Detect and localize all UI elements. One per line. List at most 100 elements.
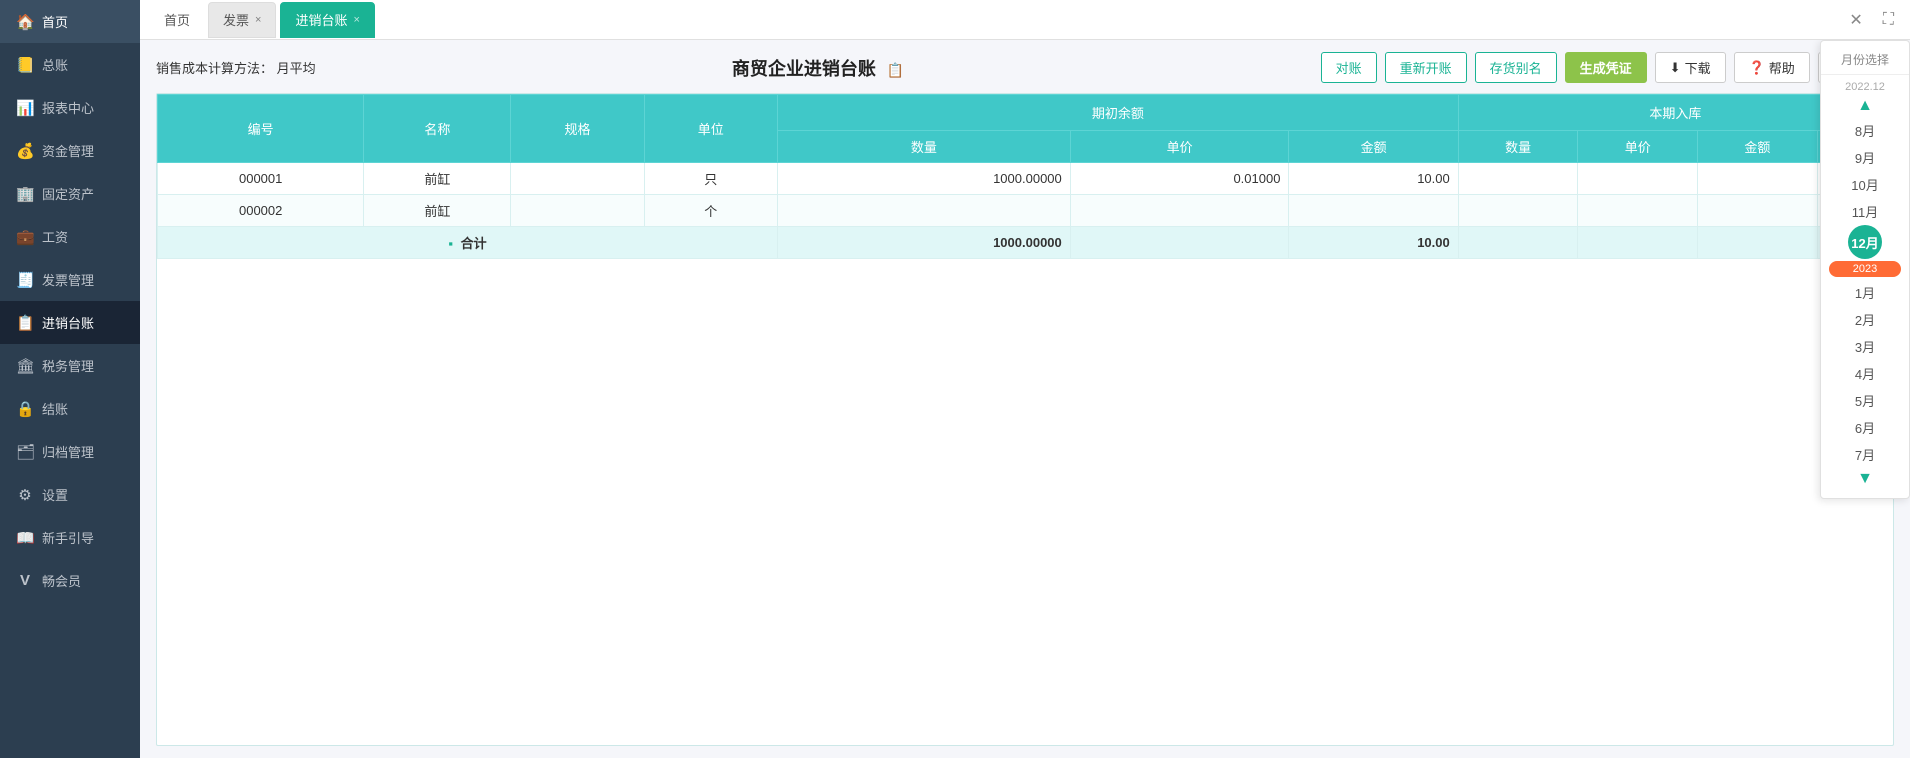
col-ps-qty: 数量 xyxy=(777,131,1070,163)
month-item-9[interactable]: 9月 xyxy=(1821,144,1909,171)
funds-icon: 💰 xyxy=(16,142,34,160)
table-wrapper[interactable]: 编号 名称 规格 单位 期初余额 本期入库 数量 单价 金额 数量 单价 金额 xyxy=(156,93,1894,746)
cell-name: 前缸 xyxy=(364,163,511,195)
sidebar-item-label: 进销台账 xyxy=(42,313,94,332)
tab-invoice-close[interactable]: × xyxy=(255,14,261,26)
home-icon: 🏠 xyxy=(16,13,34,31)
cell-ps-qty xyxy=(777,195,1070,227)
lock-icon: 🔒 xyxy=(16,400,34,418)
sidebar-item-settings[interactable]: ⚙ 设置 xyxy=(0,473,140,516)
sidebar-item-label: 工资 xyxy=(42,227,68,246)
sidebar-item-label: 固定资产 xyxy=(42,184,94,203)
report-icon: 📊 xyxy=(16,99,34,117)
tab-bar: 首页 发票 × 进销台账 × ✕ ⛶ xyxy=(140,0,1910,40)
download-button[interactable]: ⬇ 下载 xyxy=(1655,52,1726,83)
sidebar-item-payroll[interactable]: 💼 工资 xyxy=(0,215,140,258)
tax-icon: 🏛 xyxy=(16,357,34,375)
tab-inventory[interactable]: 进销台账 × xyxy=(280,2,374,38)
help-button[interactable]: ❓ 帮助 xyxy=(1734,52,1810,83)
month-picker: 月份选择 2022.12 ▲ 8月 9月 10月 11月 12月 2023 1月… xyxy=(1820,40,1910,499)
col-unit: 单位 xyxy=(644,95,777,163)
sidebar-item-label: 畅会员 xyxy=(42,571,81,590)
cost-method-value: 月平均 xyxy=(277,61,316,76)
tab-inventory-close[interactable]: × xyxy=(353,14,359,26)
sidebar-item-reports[interactable]: 📊 报表中心 xyxy=(0,86,140,129)
sidebar-item-closing[interactable]: 🔒 结账 xyxy=(0,387,140,430)
month-item-7[interactable]: 7月 xyxy=(1821,441,1909,468)
col-ps-price: 单价 xyxy=(1070,131,1289,163)
sidebar-item-archive[interactable]: 🗂 归档管理 xyxy=(0,430,140,473)
sidebar-item-funds[interactable]: 💰 资金管理 xyxy=(0,129,140,172)
total-ps-price xyxy=(1070,227,1289,259)
cell-ps-amount: 10.00 xyxy=(1289,163,1458,195)
total-ps-qty: 1000.00000 xyxy=(777,227,1070,259)
sidebar: 🏠 首页 📒 总账 📊 报表中心 💰 资金管理 🏢 固定资产 💼 工资 🧾 发票… xyxy=(0,0,140,758)
tab-home[interactable]: 首页 xyxy=(150,2,204,38)
help-label: 帮助 xyxy=(1769,58,1795,77)
generate-button[interactable]: 生成凭证 xyxy=(1565,52,1647,83)
payroll-icon: 💼 xyxy=(16,228,34,246)
page-title: 商贸企业进销台账 📋 xyxy=(326,55,1311,81)
cell-ci-price xyxy=(1578,195,1698,227)
total-label-text: 合计 xyxy=(461,236,487,251)
cost-method-label: 销售成本计算方法： xyxy=(156,61,273,76)
download-icon: ⬇ xyxy=(1670,60,1681,76)
cell-ci-qty xyxy=(1458,163,1578,195)
close-window-button[interactable]: ✕ xyxy=(1843,8,1868,32)
sidebar-item-fixed-assets[interactable]: 🏢 固定资产 xyxy=(0,172,140,215)
month-item-12[interactable]: 12月 xyxy=(1848,225,1882,259)
month-item-1[interactable]: 1月 xyxy=(1821,279,1909,306)
inventory-table: 编号 名称 规格 单位 期初余额 本期入库 数量 单价 金额 数量 单价 金额 xyxy=(157,94,1893,259)
building-icon: 🏢 xyxy=(16,185,34,203)
col-ci-qty: 数量 xyxy=(1458,131,1578,163)
cell-ps-qty: 1000.00000 xyxy=(777,163,1070,195)
tab-invoice[interactable]: 发票 × xyxy=(208,2,276,38)
month-item-6[interactable]: 6月 xyxy=(1821,414,1909,441)
month-item-2[interactable]: 2月 xyxy=(1821,306,1909,333)
cell-bh: 000002 xyxy=(158,195,364,227)
cunwei-button[interactable]: 存货别名 xyxy=(1475,52,1557,83)
picker-title: 月份选择 xyxy=(1821,49,1909,75)
scroll-up-button[interactable]: ▲ xyxy=(1821,95,1909,117)
cell-unit: 个 xyxy=(644,195,777,227)
month-item-5[interactable]: 5月 xyxy=(1821,387,1909,414)
sidebar-item-label: 资金管理 xyxy=(42,141,94,160)
cell-bh: 000001 xyxy=(158,163,364,195)
sidebar-item-invoice-mgmt[interactable]: 🧾 发票管理 xyxy=(0,258,140,301)
col-ci-amount: 金额 xyxy=(1698,131,1818,163)
year-marker-2023: 2023 xyxy=(1829,261,1901,277)
month-item-3[interactable]: 3月 xyxy=(1821,333,1909,360)
total-row: ▪ 合计 1000.00000 10.00 xyxy=(158,227,1893,259)
cell-spec xyxy=(511,163,644,195)
maximize-window-button[interactable]: ⛶ xyxy=(1877,9,1900,31)
sidebar-item-vip[interactable]: V 畅会员 xyxy=(0,559,140,602)
total-ps-amount: 10.00 xyxy=(1289,227,1458,259)
year-label-2022: 2022.12 xyxy=(1821,79,1909,95)
sidebar-item-inventory[interactable]: 📋 进销台账 xyxy=(0,301,140,344)
scroll-down-button[interactable]: ▼ xyxy=(1821,468,1909,490)
sidebar-item-tax[interactable]: 🏛 税务管理 xyxy=(0,344,140,387)
month-item-11[interactable]: 11月 xyxy=(1821,198,1909,225)
col-bh: 编号 xyxy=(158,95,364,163)
sidebar-item-guide[interactable]: 📖 新手引导 xyxy=(0,516,140,559)
ledger-icon: 📒 xyxy=(16,56,34,74)
total-ci-qty xyxy=(1458,227,1578,259)
sidebar-item-general-ledger[interactable]: 📒 总账 xyxy=(0,43,140,86)
tab-home-label: 首页 xyxy=(164,10,190,29)
month-item-8[interactable]: 8月 xyxy=(1821,117,1909,144)
month-item-4[interactable]: 4月 xyxy=(1821,360,1909,387)
chongxin-button[interactable]: 重新开账 xyxy=(1385,52,1467,83)
cell-unit: 只 xyxy=(644,163,777,195)
month-item-10[interactable]: 10月 xyxy=(1821,171,1909,198)
sidebar-item-label: 归档管理 xyxy=(42,442,94,461)
cell-ps-amount xyxy=(1289,195,1458,227)
download-label: 下载 xyxy=(1685,58,1711,77)
sidebar-item-label: 新手引导 xyxy=(42,528,94,547)
duizhang-button[interactable]: 对账 xyxy=(1321,52,1377,83)
col-name: 名称 xyxy=(364,95,511,163)
inventory-icon: 📋 xyxy=(16,314,34,332)
sidebar-item-label: 结账 xyxy=(42,399,68,418)
total-label: ▪ 合计 xyxy=(158,227,778,259)
edit-title-icon[interactable]: 📋 xyxy=(887,62,904,78)
sidebar-item-home[interactable]: 🏠 首页 xyxy=(0,0,140,43)
